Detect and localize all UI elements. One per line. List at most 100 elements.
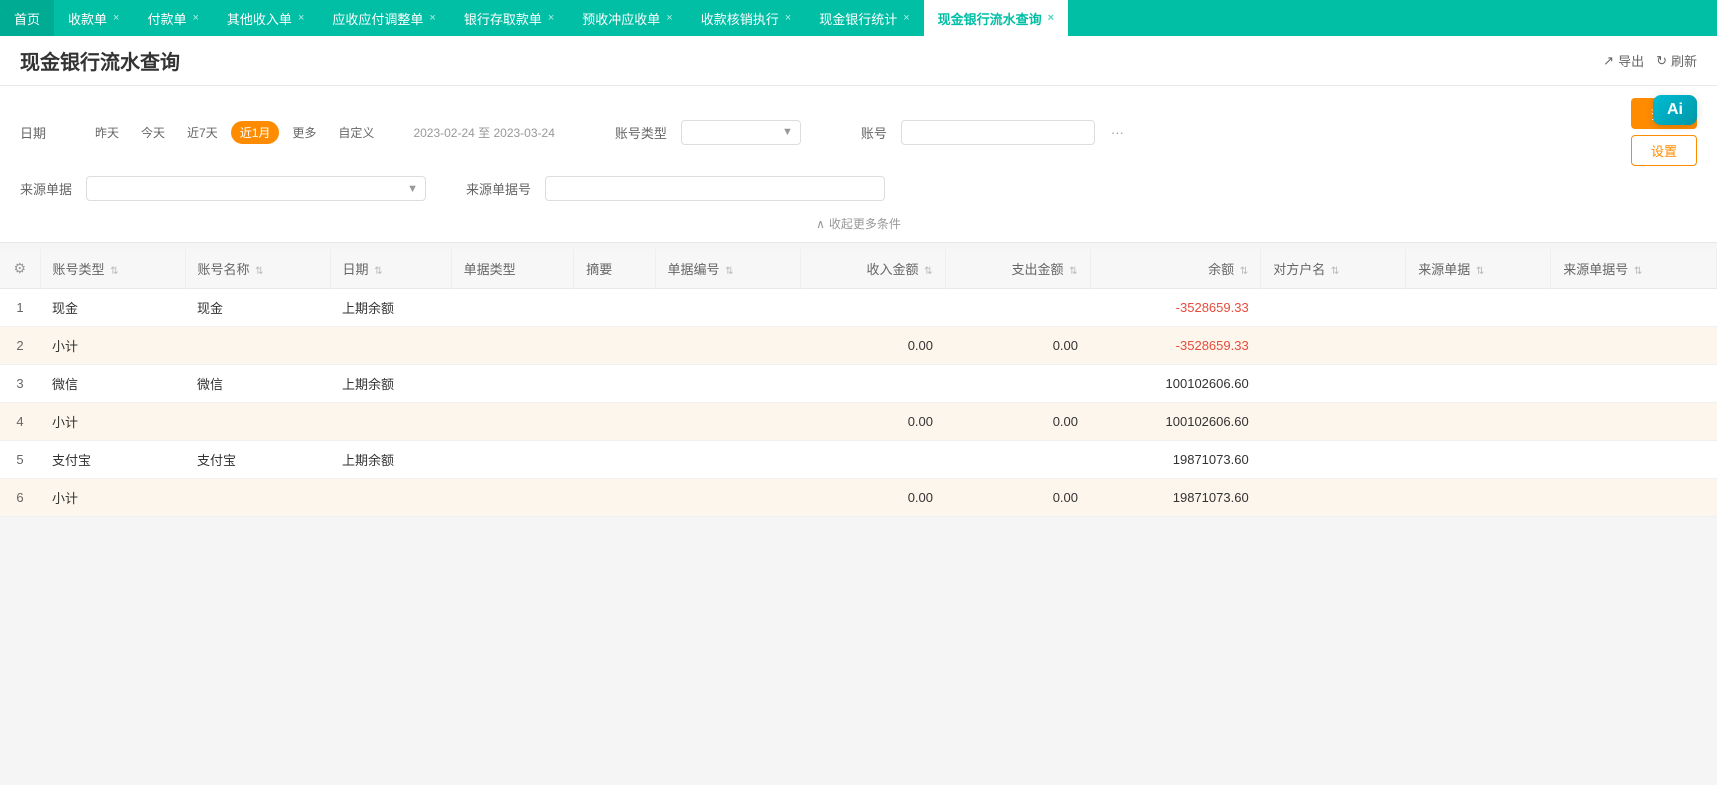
table-row[interactable]: 5 支付宝 支付宝 上期余额 19871073.60 [0,441,1717,479]
col-account-type[interactable]: 账号类型 ⇅ [40,249,185,289]
source-doc-select[interactable] [86,176,426,201]
cell-doc-no [655,365,800,403]
cell-doc-no [655,289,800,327]
ai-badge[interactable]: Ai [1653,95,1697,125]
col-source-doc[interactable]: 来源单据 ⇅ [1406,249,1551,289]
cell-balance: 19871073.60 [1090,441,1261,479]
close-icon[interactable]: × [1048,12,1054,24]
cell-counterpart [1261,327,1406,365]
cell-source-doc-no [1551,441,1717,479]
account-input[interactable] [901,120,1095,145]
table-row[interactable]: 6 小计 0.00 0.00 19871073.60 [0,479,1717,517]
date-btn-more[interactable]: 更多 [283,121,325,144]
cell-account-name [185,403,330,441]
cell-doc-type [451,441,574,479]
cell-account-type: 小计 [40,403,185,441]
source-doc-no-input[interactable] [545,176,885,201]
nav-item-verify[interactable]: 收款核销执行 × [687,0,805,36]
cell-doc-no [655,441,800,479]
col-source-doc-no[interactable]: 来源单据号 ⇅ [1551,249,1717,289]
date-btn-7days[interactable]: 近7天 [178,121,227,144]
header-actions: ↗ 导出 ↻ 刷新 [1603,51,1697,70]
close-icon[interactable]: × [548,12,554,24]
table-body: 1 现金 现金 上期余额 -3528659.33 2 小计 0.00 0.00 … [0,289,1717,517]
col-account-name[interactable]: 账号名称 ⇅ [185,249,330,289]
cell-expense [945,441,1090,479]
cell-source-doc [1406,403,1551,441]
nav-item-bank-stats[interactable]: 现金银行统计 × [805,0,923,36]
cell-income: 0.00 [800,327,945,365]
nav-item-receipt[interactable]: 收款单 × [54,0,133,36]
nav-item-bank-deposit[interactable]: 银行存取款单 × [450,0,568,36]
cell-balance: -3528659.33 [1090,289,1261,327]
date-btn-custom[interactable]: 自定义 [329,121,383,144]
cell-account-name: 微信 [185,365,330,403]
cell-income [800,441,945,479]
cell-date [330,403,451,441]
close-icon[interactable]: × [429,12,435,24]
close-icon[interactable]: × [785,12,791,24]
account-type-select-wrapper: 现金 微信 支付宝 ▼ [681,120,801,145]
table-row[interactable]: 1 现金 现金 上期余额 -3528659.33 [0,289,1717,327]
cell-summary [574,327,655,365]
col-doc-no[interactable]: 单据编号 ⇅ [655,249,800,289]
col-balance[interactable]: 余额 ⇅ [1090,249,1261,289]
cell-balance: 100102606.60 [1090,403,1261,441]
col-income[interactable]: 收入金额 ⇅ [800,249,945,289]
nav-item-adjustment[interactable]: 应收应付调整单 × [318,0,449,36]
cell-account-type: 现金 [40,289,185,327]
sort-icon: ⇅ [374,266,382,277]
collapse-bar[interactable]: ∧ 收起更多条件 [20,211,1697,234]
col-summary[interactable]: 摘要 [574,249,655,289]
close-icon[interactable]: × [113,12,119,24]
date-btn-today[interactable]: 今天 [132,121,174,144]
sort-icon: ⇅ [1240,266,1248,277]
page-title: 现金银行流水查询 [20,46,180,75]
cell-balance: -3528659.33 [1090,327,1261,365]
close-icon[interactable]: × [903,12,909,24]
account-filter: 账号 ··· [861,120,1124,145]
date-btn-yesterday[interactable]: 昨天 [86,121,128,144]
table-row[interactable]: 3 微信 微信 上期余额 100102606.60 [0,365,1717,403]
close-icon[interactable]: × [192,12,198,24]
close-icon[interactable]: × [298,12,304,24]
more-options-icon[interactable]: ··· [1111,125,1124,140]
account-type-select[interactable]: 现金 微信 支付宝 [681,120,801,145]
cell-no: 4 [0,403,40,441]
table-row[interactable]: 4 小计 0.00 0.00 100102606.60 [0,403,1717,441]
col-counterpart[interactable]: 对方户名 ⇅ [1261,249,1406,289]
refresh-icon: ↻ [1656,53,1667,69]
nav-item-home[interactable]: 首页 [0,0,54,36]
cell-doc-no [655,327,800,365]
nav-item-other-income[interactable]: 其他收入单 × [213,0,318,36]
cell-doc-no [655,479,800,517]
refresh-button[interactable]: ↻ 刷新 [1656,51,1697,70]
cell-doc-no [655,403,800,441]
table-container: ⚙ 账号类型 ⇅ 账号名称 ⇅ 日期 ⇅ 单据类型 摘要 [0,249,1717,517]
nav-item-advance[interactable]: 预收冲应收单 × [568,0,686,36]
account-type-label: 账号类型 [615,123,667,142]
cell-account-name [185,327,330,365]
close-icon[interactable]: × [666,12,672,24]
nav-item-payment[interactable]: 付款单 × [133,0,212,36]
col-date[interactable]: 日期 ⇅ [330,249,451,289]
cell-summary [574,289,655,327]
cell-source-doc [1406,289,1551,327]
filter-row-source: 来源单据 ▼ 来源单据号 [20,176,1697,201]
settings-button[interactable]: 设置 [1631,135,1697,166]
cell-date: 上期余额 [330,365,451,403]
chevron-up-icon: ∧ [816,217,825,231]
gear-icon[interactable]: ⚙ [13,260,26,276]
col-settings[interactable]: ⚙ [0,249,40,289]
date-btn-1month[interactable]: 近1月 [231,121,280,144]
sort-icon: ⇅ [1634,266,1642,277]
account-type-filter: 账号类型 现金 微信 支付宝 ▼ [615,120,801,145]
col-doc-type[interactable]: 单据类型 [451,249,574,289]
source-doc-label: 来源单据 [20,179,80,198]
cell-source-doc-no [1551,289,1717,327]
nav-item-bank-flow[interactable]: 现金银行流水查询 × [924,0,1068,36]
cell-counterpart [1261,479,1406,517]
table-row[interactable]: 2 小计 0.00 0.00 -3528659.33 [0,327,1717,365]
col-expense[interactable]: 支出金额 ⇅ [945,249,1090,289]
export-button[interactable]: ↗ 导出 [1603,51,1644,70]
